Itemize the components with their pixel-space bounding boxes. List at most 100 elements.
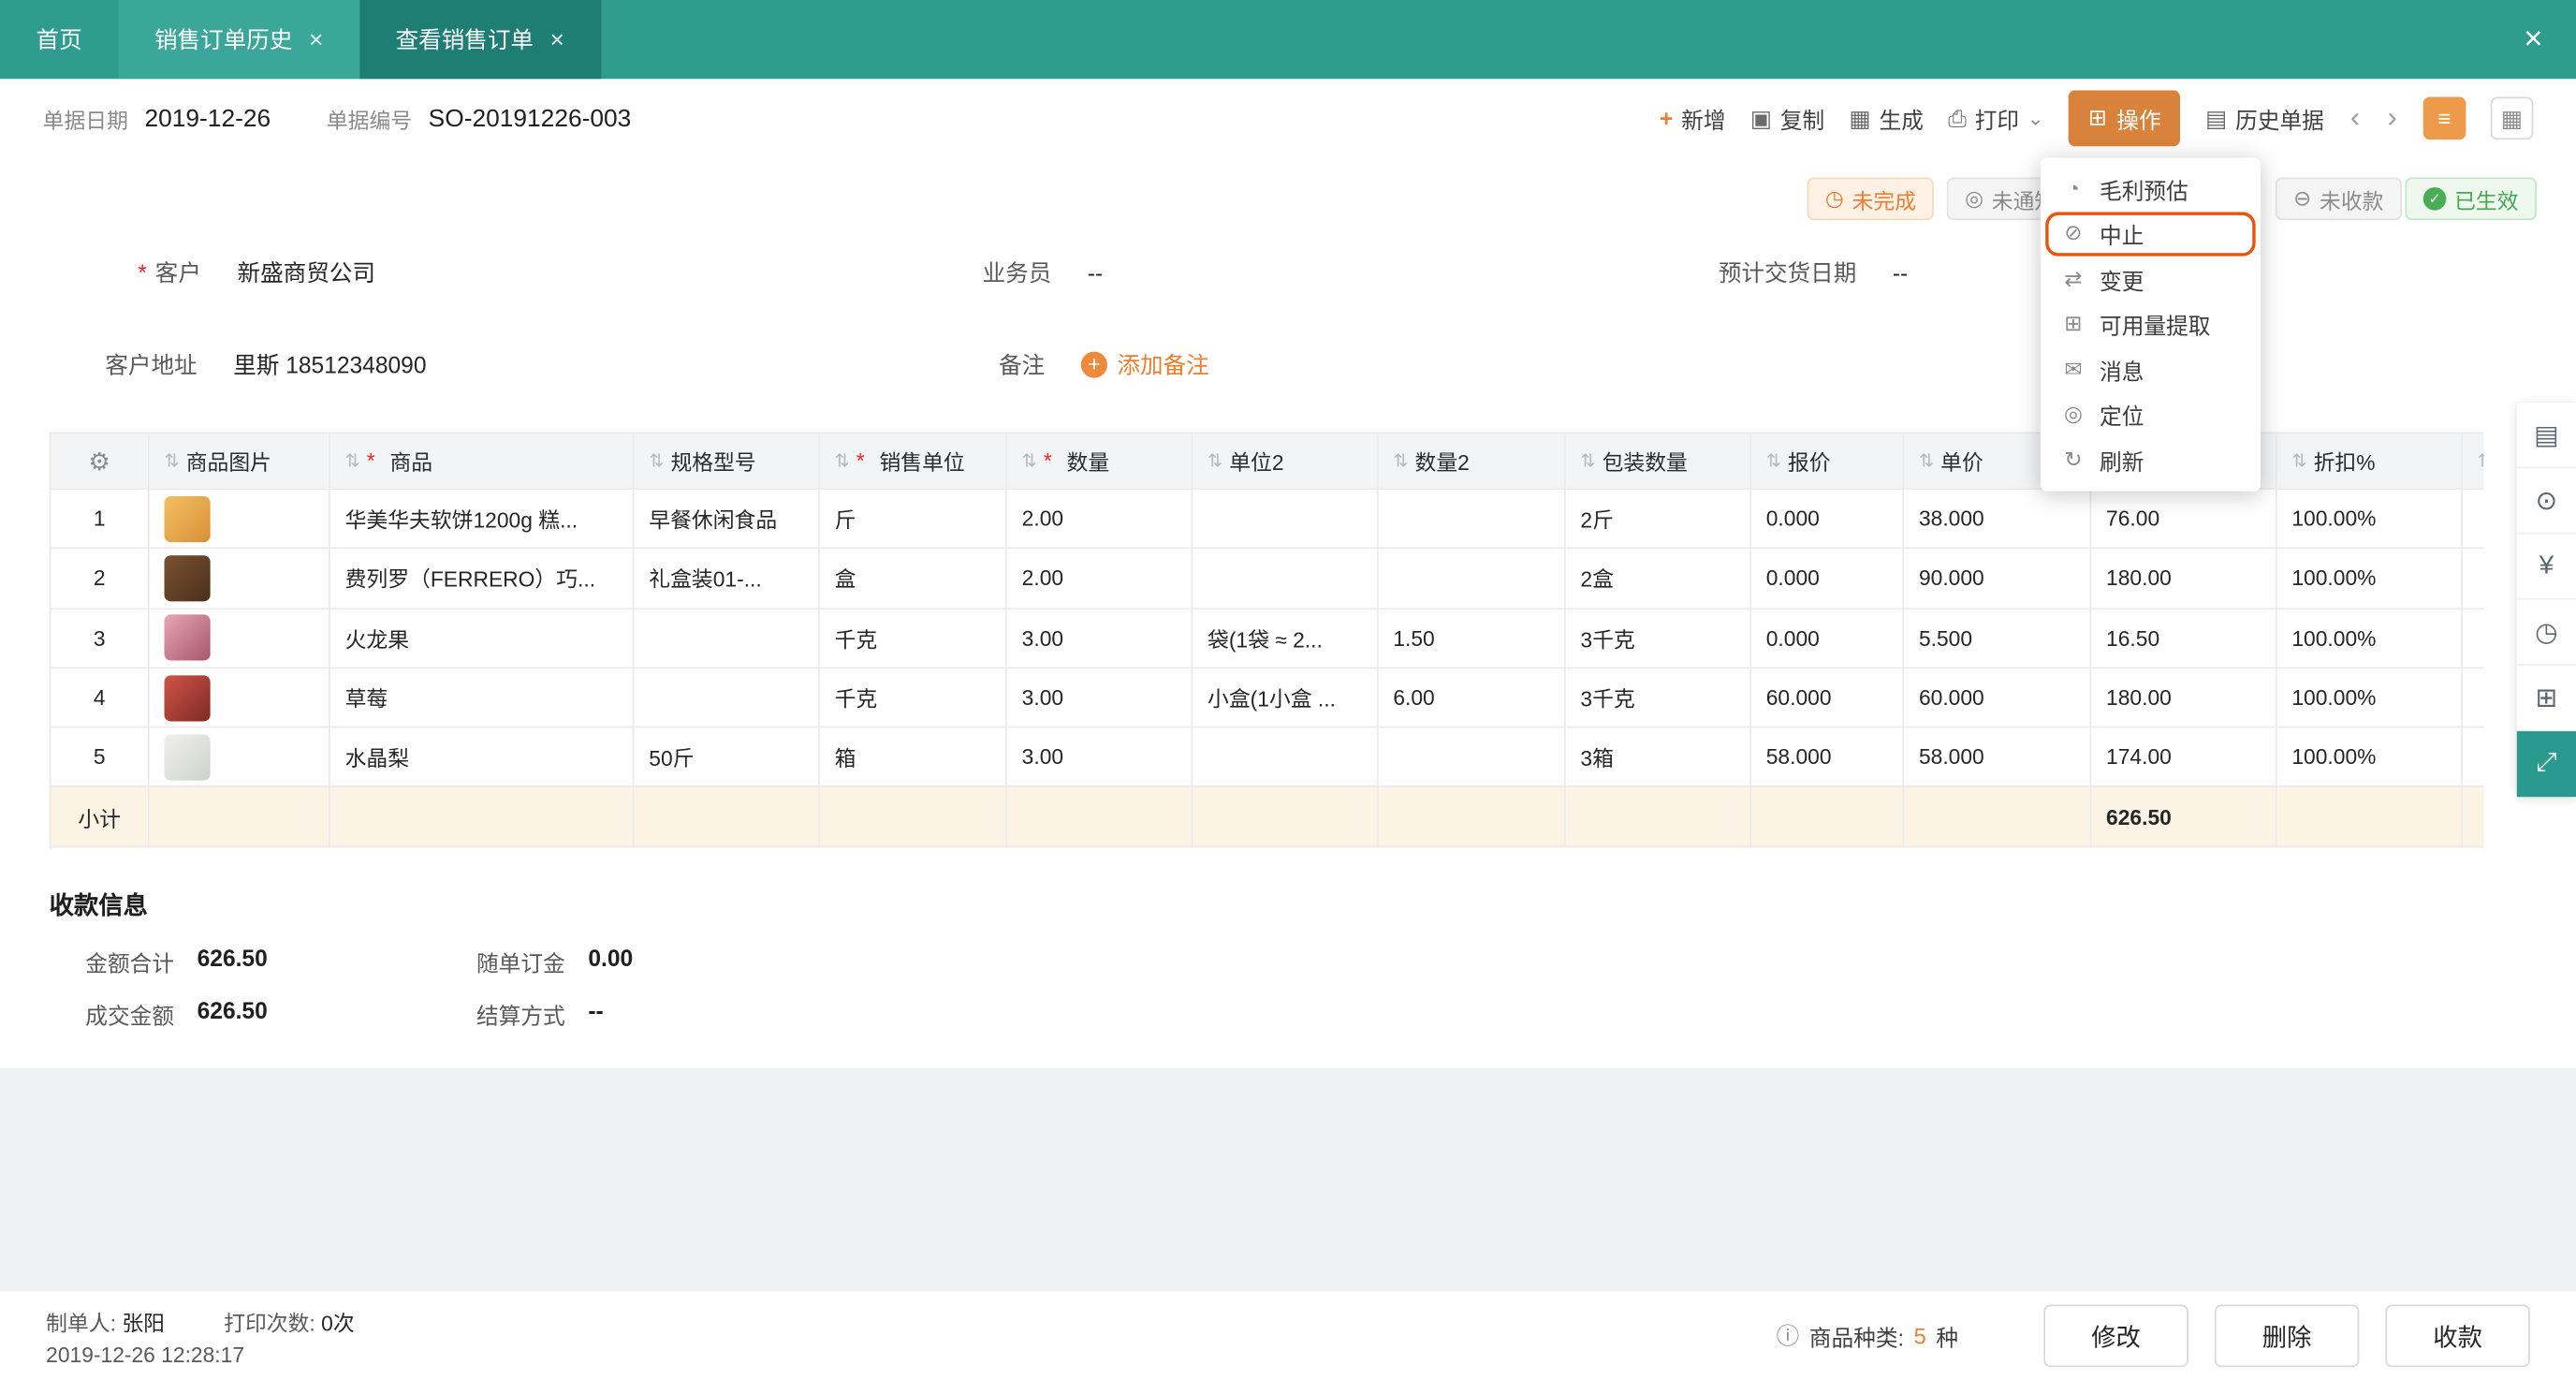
header-spec[interactable]: ⇅ 规格型号 (634, 433, 820, 491)
product-image-cell (149, 490, 330, 550)
print-button[interactable]: ⎙ 打印 ⌄ (1948, 102, 2043, 135)
gear-icon: ⚙ (88, 448, 110, 477)
header-unit2[interactable]: ⇅ 单位2 (1193, 433, 1379, 491)
clock-icon: ◷ (1824, 185, 1844, 211)
menu-item-change[interactable]: ⇄ 变更 (2041, 257, 2261, 301)
history-icon: ▤ (2205, 104, 2228, 131)
product-image[interactable] (164, 495, 211, 542)
pack-qty-cell: 3千克 (1565, 609, 1751, 669)
grid-view-toggle[interactable]: ▦ (2490, 96, 2534, 140)
total-amount-field: 金额合计 626.50 (85, 945, 268, 977)
generate-label: 生成 (1879, 108, 1924, 134)
total-amount-value: 626.50 (197, 945, 268, 972)
calc-rail-button[interactable]: ⊞ (2516, 666, 2576, 732)
history-label: 历史单据 (2235, 108, 2324, 134)
printer-icon: ⎙ (1948, 104, 1967, 131)
menu-item-refresh[interactable]: ↻ 刷新 (2041, 437, 2261, 482)
sort-icon: ⇅ (834, 451, 850, 472)
header-discount[interactable]: ⇅ 折扣% (2276, 433, 2463, 491)
customer-value: 新盛商贸公司 (237, 259, 375, 286)
header-product[interactable]: ⇅ * 商品 (329, 433, 635, 491)
deposit-field: 随单订金 0.00 (476, 945, 633, 977)
operate-button[interactable]: ⊞ 操作 (2068, 90, 2181, 147)
header-quote[interactable]: ⇅ 报价 (1750, 433, 1905, 491)
header-sales-unit[interactable]: ⇅ * 销售单位 (819, 433, 1007, 491)
tab-home[interactable]: 首页 (0, 0, 118, 79)
sort-icon: ⇅ (1021, 451, 1037, 472)
tab-sales-order-history[interactable]: 销售订单历史 × (118, 0, 359, 80)
qty2-cell: 1.50 (1378, 609, 1566, 669)
discount-cell: 100.00% (2276, 727, 2463, 788)
deal-amount-field: 成交金额 626.50 (85, 997, 268, 1030)
copy-button[interactable]: ▣ 复制 (1750, 102, 1824, 135)
menu-item-available-extract[interactable]: ⊞ 可用量提取 (2041, 301, 2261, 346)
add-remark-button[interactable]: + 添加备注 (1080, 348, 1209, 381)
unit2-cell (1193, 549, 1379, 609)
history-docs-button[interactable]: ▤ 历史单据 (2205, 102, 2324, 135)
spec-cell: 50斤 (634, 727, 820, 788)
list-view-toggle[interactable]: ≡ (2422, 96, 2466, 140)
menu-item-abort[interactable]: ⊘ 中止 (2045, 212, 2256, 257)
product-image[interactable] (164, 614, 211, 661)
header-gift[interactable]: ⇅赠 (2462, 433, 2484, 491)
qty-cell: 2.00 (1006, 490, 1193, 550)
expand-rail-button[interactable]: ⤢ (2516, 731, 2576, 798)
tab-close-icon[interactable]: × (309, 25, 323, 53)
doc-rail-button[interactable]: ▤ (2516, 403, 2576, 469)
product-image[interactable] (164, 734, 211, 781)
amount-cell: 76.00 (2091, 490, 2277, 550)
product-image[interactable] (164, 674, 211, 721)
tab-history-label: 销售订单历史 (154, 26, 293, 53)
info-icon: ⓘ (1776, 1322, 1800, 1349)
prev-doc-arrow[interactable]: ‹ (2349, 102, 2361, 135)
list-view-icon: ≡ (2437, 105, 2452, 132)
menu-item-profit-estimate[interactable]: ◔ 毛利预估 (2041, 166, 2261, 211)
header-pack-qty[interactable]: ⇅ 包装数量 (1565, 433, 1751, 491)
product-image[interactable] (164, 555, 211, 602)
spec-cell: 早餐休闲食品 (634, 490, 820, 550)
subtotal-label: 小计 (51, 787, 150, 848)
unit2-cell: 袋(1袋 ≈ 2... (1193, 609, 1379, 669)
toolbar-actions: + 新增 ▣ 复制 ▦ 生成 ⎙ 打印 ⌄ ⊞ 操作 ▤ 历史单据 ‹ › ≡ … (1660, 90, 2534, 147)
header-qty[interactable]: ⇅ * 数量 (1006, 433, 1193, 491)
gift-cell (2462, 728, 2484, 788)
menu-item-message[interactable]: ✉ 消息 (2041, 346, 2261, 391)
sort-icon: ⇅ (164, 451, 180, 472)
gift-cell (2462, 668, 2484, 728)
amount-cell: 16.50 (2091, 609, 2277, 669)
close-icon[interactable]: × (2491, 0, 2576, 79)
header-qty2[interactable]: ⇅ 数量2 (1378, 433, 1566, 491)
link-rail-button[interactable]: ⊙ (2516, 468, 2576, 535)
toolbar: 单据日期 2019-12-26 单据编号 SO-20191226-003 + 新… (0, 79, 2576, 157)
menu-item-locate[interactable]: ◎ 定位 (2041, 392, 2261, 437)
tab-close-icon[interactable]: × (550, 25, 564, 53)
history-rail-button[interactable]: ◷ (2516, 600, 2576, 666)
doc-icon: ▤ (2534, 421, 2559, 450)
product-name: 费列罗（FERRERO）巧... (329, 549, 635, 609)
delete-button[interactable]: 删除 (2214, 1304, 2360, 1368)
add-label: 新增 (1681, 108, 1726, 134)
money-rail-button[interactable]: ¥ (2516, 534, 2576, 600)
next-doc-arrow[interactable]: › (2386, 102, 2398, 135)
header-product-image[interactable]: ⇅ 商品图片 (149, 433, 330, 491)
sort-icon: ⇅ (1765, 451, 1781, 472)
print-count-field: 打印次数: 0次 (224, 1305, 355, 1336)
copy-label: 复制 (1779, 108, 1825, 134)
qty2-cell (1378, 549, 1566, 609)
tab-view-sales-order[interactable]: 查看销售订单 × (359, 0, 601, 80)
tab-view-label: 查看销售订单 (395, 26, 534, 53)
creator-field: 制单人: 张阳 (46, 1305, 165, 1336)
gift-cell (2462, 490, 2484, 550)
unit-price-cell: 38.000 (1904, 490, 2092, 550)
qty-cell: 2.00 (1006, 549, 1193, 609)
deal-amount-label: 成交金额 (85, 1004, 175, 1029)
edit-button[interactable]: 修改 (2043, 1304, 2188, 1368)
spec-cell: 礼盒装01-... (634, 549, 820, 609)
column-settings-cell[interactable]: ⚙ (51, 433, 150, 491)
sort-icon: ⇅ (649, 451, 665, 472)
generate-button[interactable]: ▦ 生成 (1850, 102, 1924, 135)
discount-cell: 100.00% (2276, 490, 2463, 550)
receive-payment-button[interactable]: 收款 (2385, 1304, 2530, 1368)
product-name: 华美华夫软饼1200g 糕... (329, 490, 635, 550)
add-button[interactable]: + 新增 (1660, 102, 1726, 135)
